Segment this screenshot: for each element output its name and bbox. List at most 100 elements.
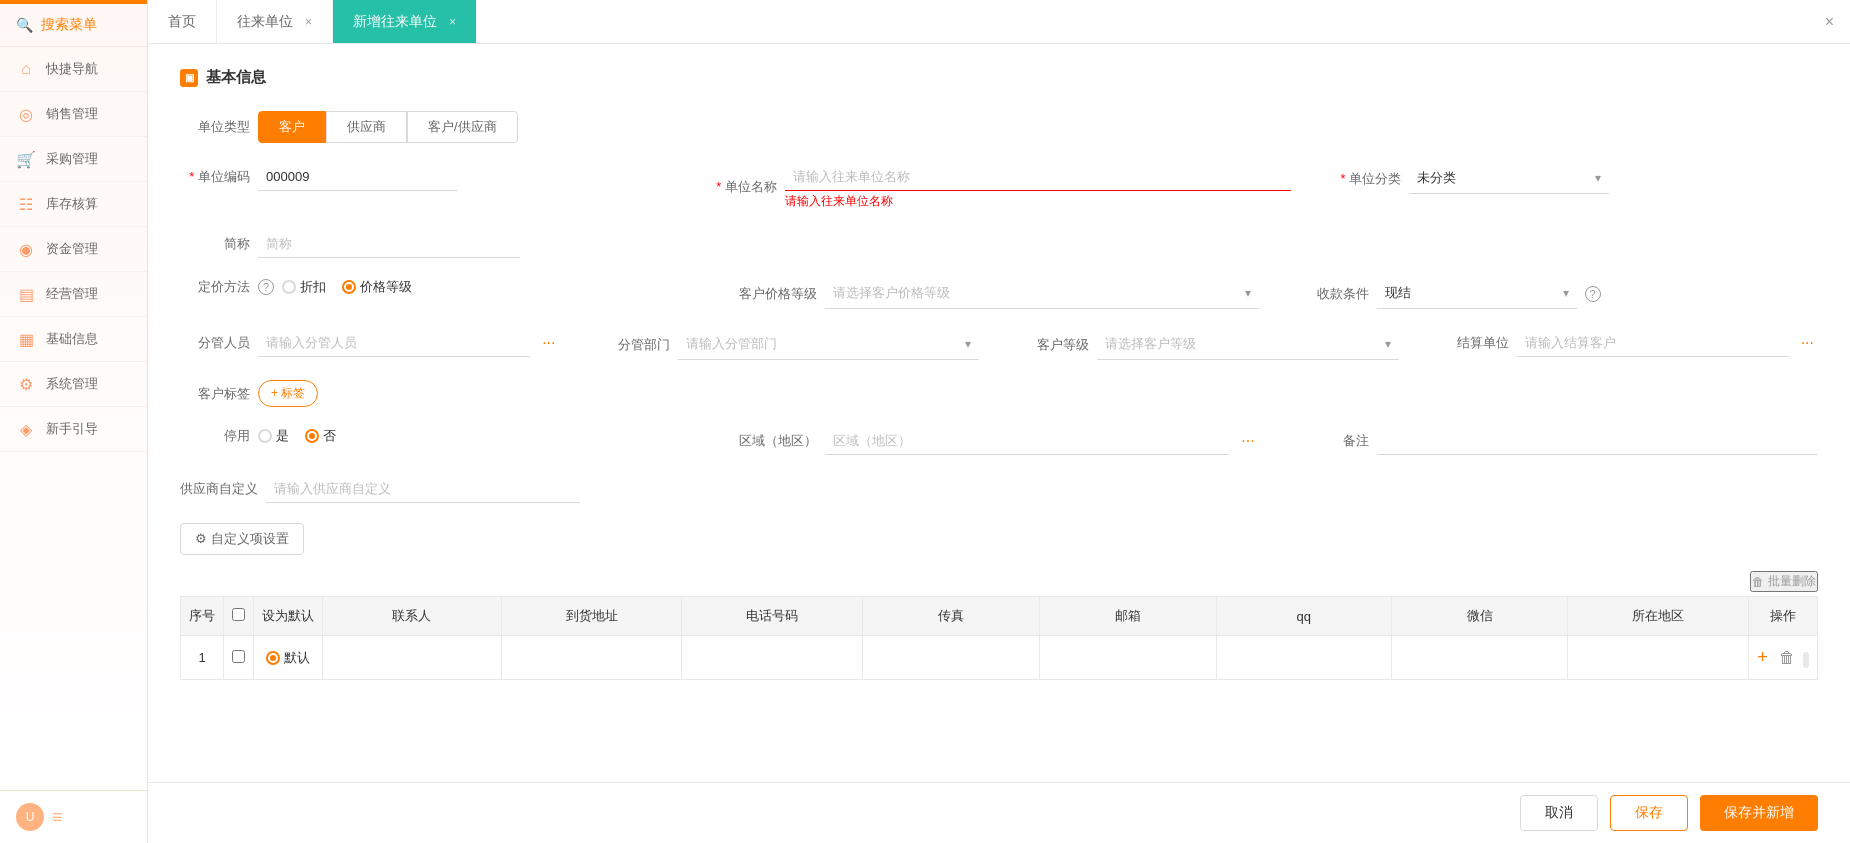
unit-category-select[interactable]: 未分类 ▾ — [1409, 163, 1609, 194]
row-delete-btn[interactable]: 🗑 — [1779, 649, 1795, 666]
sidebar-item-guide[interactable]: ◈ 新手引导 — [0, 407, 147, 452]
sidebar-item-finance[interactable]: ◉ 资金管理 — [0, 227, 147, 272]
tab-partners-close[interactable]: × — [305, 15, 312, 29]
settlement-unit-input[interactable] — [1517, 329, 1789, 357]
pricing-help-icon[interactable]: ? — [258, 279, 274, 295]
tab-home[interactable]: 首页 — [148, 0, 217, 43]
customer-tag-group: 客户标签 + 标签 — [180, 380, 1818, 407]
customer-price-level-select[interactable]: 请选择客户价格等级 ▾ — [825, 278, 1258, 309]
payment-terms-value: 现结 — [1385, 284, 1411, 302]
cell-wechat[interactable] — [1391, 636, 1568, 680]
section-title: ▣ 基本信息 — [180, 68, 1818, 87]
sidebar-item-label: 新手引导 — [46, 420, 98, 438]
manager-more-btn[interactable]: ··· — [538, 334, 559, 352]
sidebar-item-operations[interactable]: ▤ 经营管理 — [0, 272, 147, 317]
payment-help-icon[interactable]: ? — [1585, 286, 1601, 302]
cell-action: + 🗑 — [1749, 636, 1818, 680]
contact-input[interactable] — [331, 644, 493, 671]
batch-delete-area: 🗑 批量删除 — [180, 571, 1818, 592]
code-name-category-row: 单位编码 单位名称 请输入往来单位名称 单位分类 未分类 ▾ — [180, 163, 1818, 210]
save-new-button[interactable]: 保存并新增 — [1700, 795, 1818, 831]
unit-name-input[interactable] — [785, 163, 1291, 191]
sidebar-search[interactable]: 🔍 搜索菜单 — [0, 4, 147, 47]
phone-input[interactable] — [690, 644, 854, 671]
customer-level-label: 客户等级 — [1019, 336, 1089, 354]
save-button[interactable]: 保存 — [1610, 795, 1688, 831]
address-input[interactable] — [510, 644, 674, 671]
custom-settings-button[interactable]: ⚙ 自定义项设置 — [180, 523, 304, 555]
payment-terms-select[interactable]: 现结 ▾ — [1377, 278, 1577, 309]
remark-input[interactable] — [1377, 427, 1818, 455]
unit-type-both-btn[interactable]: 客户/供应商 — [407, 111, 518, 143]
batch-delete-button[interactable]: 🗑 批量删除 — [1750, 571, 1818, 592]
fax-input[interactable] — [871, 644, 1031, 671]
form-content: ▣ 基本信息 单位类型 客户 供应商 客户/供应商 单位编码 — [148, 44, 1850, 782]
col-check — [224, 597, 254, 636]
cell-qq[interactable] — [1216, 636, 1391, 680]
select-all-checkbox[interactable] — [232, 608, 245, 621]
sidebar-item-inventory[interactable]: ☷ 库存核算 — [0, 182, 147, 227]
cell-contact[interactable] — [323, 636, 502, 680]
unit-type-customer-btn[interactable]: 客户 — [258, 111, 326, 143]
row-default-radio[interactable]: 默认 — [262, 649, 314, 667]
qq-input[interactable] — [1225, 644, 1383, 671]
pricing-radio-price-level[interactable]: 价格等级 — [342, 278, 412, 296]
region-row-input[interactable] — [1576, 644, 1740, 671]
sidebar-item-system[interactable]: ⚙ 系统管理 — [0, 362, 147, 407]
sidebar-search-label: 搜索菜单 — [41, 16, 97, 34]
email-input[interactable] — [1048, 644, 1208, 671]
unit-name-error: 请输入往来单位名称 — [785, 193, 1291, 210]
close-all-tabs[interactable]: × — [1809, 0, 1850, 43]
cell-check[interactable] — [224, 636, 254, 680]
wechat-input[interactable] — [1400, 644, 1560, 671]
sidebar-item-purchase[interactable]: 🛒 采购管理 — [0, 137, 147, 182]
chevron-down-icon3: ▾ — [1563, 286, 1569, 300]
cancel-button[interactable]: 取消 — [1520, 795, 1598, 831]
row-checkbox[interactable] — [232, 650, 245, 663]
sidebar-item-label: 基础信息 — [46, 330, 98, 348]
settlement-more-btn[interactable]: ··· — [1797, 334, 1818, 352]
manager-row: 分管人员 ··· 分管部门 请输入分管部门 ▾ 客户等级 请选择客户等级 ▾ — [180, 329, 1818, 360]
tab-partners[interactable]: 往来单位 × — [217, 0, 333, 43]
supplier-custom-input[interactable] — [266, 475, 580, 503]
region-input[interactable] — [825, 427, 1229, 455]
delete-icon: 🗑 — [1752, 575, 1764, 589]
disabled-radio-yes[interactable]: 是 — [258, 427, 289, 445]
cell-address[interactable] — [501, 636, 682, 680]
short-name-label: 简称 — [180, 235, 250, 253]
manager-input[interactable] — [258, 329, 530, 357]
pricing-radio-discount[interactable]: 折扣 — [282, 278, 326, 296]
contacts-table: 序号 设为默认 联系人 到货地址 电话号码 传真 邮箱 qq 微信 所在地区 操… — [180, 596, 1818, 680]
row-add-btn[interactable]: + — [1757, 647, 1768, 667]
pricing-radio-group: 折扣 价格等级 — [282, 278, 412, 296]
row-default-label: 默认 — [284, 649, 310, 667]
disabled-radio-no[interactable]: 否 — [305, 427, 336, 445]
department-select[interactable]: 请输入分管部门 ▾ — [678, 329, 980, 360]
supplier-custom-row: 供应商自定义 — [180, 475, 1818, 503]
unit-code-input[interactable] — [258, 163, 458, 191]
unit-code-group: 单位编码 — [180, 163, 667, 191]
menu-expand-icon[interactable]: ≡ — [52, 807, 63, 828]
add-tag-button[interactable]: + 标签 — [258, 380, 318, 407]
cell-fax[interactable] — [863, 636, 1040, 680]
cell-email[interactable] — [1039, 636, 1216, 680]
sidebar-item-quick-nav[interactable]: ⌂ 快捷导航 — [0, 47, 147, 92]
col-email: 邮箱 — [1039, 597, 1216, 636]
sidebar-item-label: 销售管理 — [46, 105, 98, 123]
search-icon: 🔍 — [16, 17, 33, 33]
unit-type-supplier-btn[interactable]: 供应商 — [326, 111, 407, 143]
short-name-input[interactable] — [258, 230, 520, 258]
sidebar-item-sales[interactable]: ◎ 销售管理 — [0, 92, 147, 137]
region-more-btn[interactable]: ··· — [1237, 432, 1258, 450]
cell-phone[interactable] — [682, 636, 863, 680]
table-header-row: 序号 设为默认 联系人 到货地址 电话号码 传真 邮箱 qq 微信 所在地区 操… — [181, 597, 1818, 636]
tab-new-partner[interactable]: 新增往来单位 × — [333, 0, 477, 43]
cell-region[interactable] — [1568, 636, 1749, 680]
disabled-region-row: 停用 是 否 区域（地区） — [180, 427, 1818, 455]
customer-level-select[interactable]: 请选择客户等级 ▾ — [1097, 329, 1399, 360]
col-address: 到货地址 — [501, 597, 682, 636]
settlement-unit-label: 结算单位 — [1439, 334, 1509, 352]
sidebar-item-basics[interactable]: ▦ 基础信息 — [0, 317, 147, 362]
tab-new-partner-close[interactable]: × — [449, 15, 456, 29]
customer-tag-row: 客户标签 + 标签 — [180, 380, 1818, 407]
